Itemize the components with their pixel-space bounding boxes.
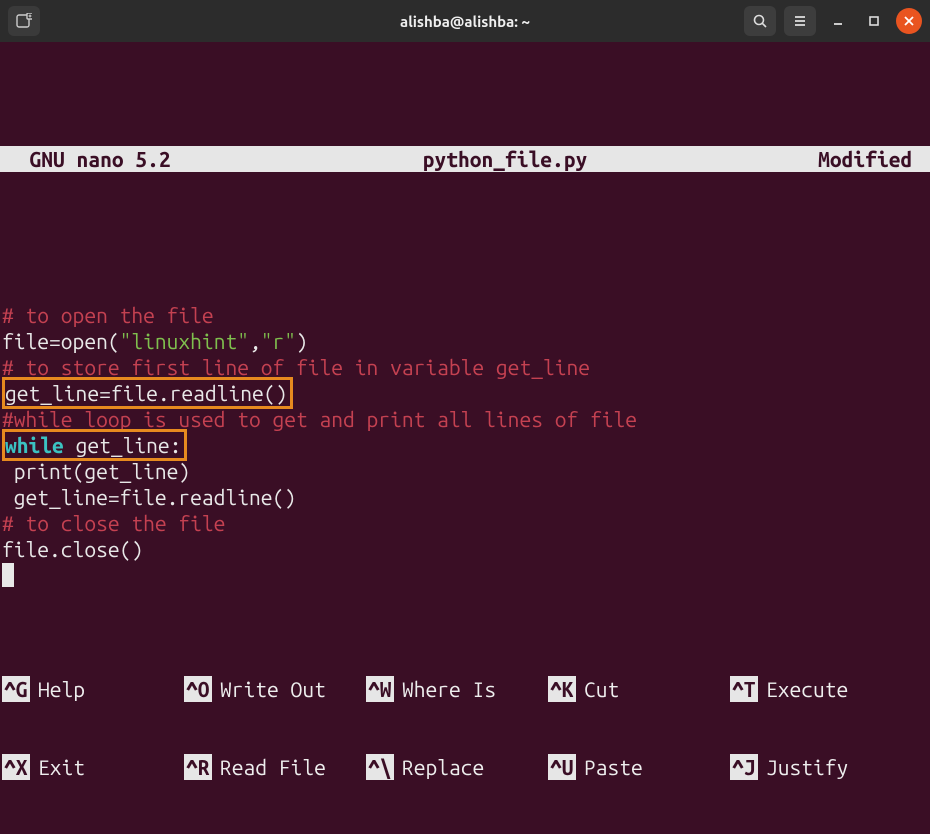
code-line: file.close() [2,537,143,561]
hint-replace[interactable]: ^\ Replace [366,754,548,780]
hint-key: ^G [2,676,30,702]
highlight-box: while get_line: [2,429,187,461]
nano-header: GNU nano 5.2 python_file.py Modified [0,146,930,172]
code-line: get_line=file.readline() [5,381,287,405]
hint-key: ^J [730,754,758,780]
editor-content[interactable]: # to open the file file=open("linuxhint"… [0,276,930,614]
code-string: "linuxhint" [120,329,249,353]
hint-justify[interactable]: ^J Justify [730,754,912,780]
code-line: #while loop is used to get and print all… [2,407,637,431]
highlight-box: get_line=file.readline() [2,377,293,409]
hint-row: ^X Exit ^R Read File ^\ Replace ^U Paste ^J J… [2,754,928,780]
minimize-icon [831,14,845,28]
maximize-button[interactable] [860,7,888,35]
hint-whereis[interactable]: ^W Where Is [366,676,548,702]
close-icon [903,15,915,27]
search-icon [752,13,768,29]
new-tab-button[interactable] [8,6,40,36]
search-button[interactable] [744,6,776,36]
cursor [2,563,14,587]
hint-label: Cut [584,676,619,702]
close-button[interactable] [896,8,922,34]
code-line: # to open the file [2,303,214,327]
hint-label: Justify [766,754,848,780]
hint-help[interactable]: ^G Help [2,676,184,702]
code-string: "r" [261,329,296,353]
hint-key: ^K [548,676,576,702]
maximize-icon [867,14,881,28]
code-keyword: while [5,433,64,457]
hint-row: ^G Help ^O Write Out ^W Where Is ^K Cut ^T Ex… [2,676,928,702]
hint-label: Paste [584,754,643,780]
titlebar-right-group [744,6,922,36]
hint-paste[interactable]: ^U Paste [548,754,730,780]
hint-cut[interactable]: ^K Cut [548,676,730,702]
terminal-area[interactable]: GNU nano 5.2 python_file.py Modified # t… [0,42,930,834]
hint-execute[interactable]: ^T Execute [730,676,912,702]
hint-writeout[interactable]: ^O Write Out [184,676,366,702]
hint-label: Execute [766,676,848,702]
nano-status: Modified [754,146,924,172]
code-line: get_line: [64,433,182,457]
hint-readfile[interactable]: ^R Read File [184,754,366,780]
code-line: file=open( [2,329,120,353]
hint-key: ^W [366,676,394,702]
minimize-button[interactable] [824,7,852,35]
hint-exit[interactable]: ^X Exit [2,754,184,780]
code-line: # to store first line of file in variabl… [2,355,590,379]
code-line: # to close the file [2,511,225,535]
hint-label: Exit [38,754,85,780]
code-line: get_line=file.readline() [2,485,296,509]
code-line: ) [296,329,308,353]
hint-label: Read File [220,754,326,780]
hint-label: Write Out [220,676,326,702]
menu-button[interactable] [784,6,816,36]
window-title: alishba@alishba: ~ [400,13,530,30]
hamburger-icon [792,13,808,29]
hint-key: ^T [730,676,758,702]
code-line: , [249,329,261,353]
hint-key: ^X [2,754,30,780]
hint-key: ^\ [366,754,394,780]
hint-key: ^R [184,754,212,780]
code-line: print(get_line) [2,459,190,483]
hint-key: ^O [184,676,212,702]
window-titlebar: alishba@alishba: ~ [0,0,930,42]
hint-label: Help [38,676,85,702]
hint-label: Where Is [402,676,496,702]
nano-filename: python_file.py [256,146,754,172]
hint-label: Replace [402,754,484,780]
nano-footer: ^G Help ^O Write Out ^W Where Is ^K Cut ^T Ex… [0,624,930,834]
terminal-tab-icon [16,13,32,29]
nano-app-name: GNU nano 5.2 [6,146,256,172]
hint-key: ^U [548,754,576,780]
